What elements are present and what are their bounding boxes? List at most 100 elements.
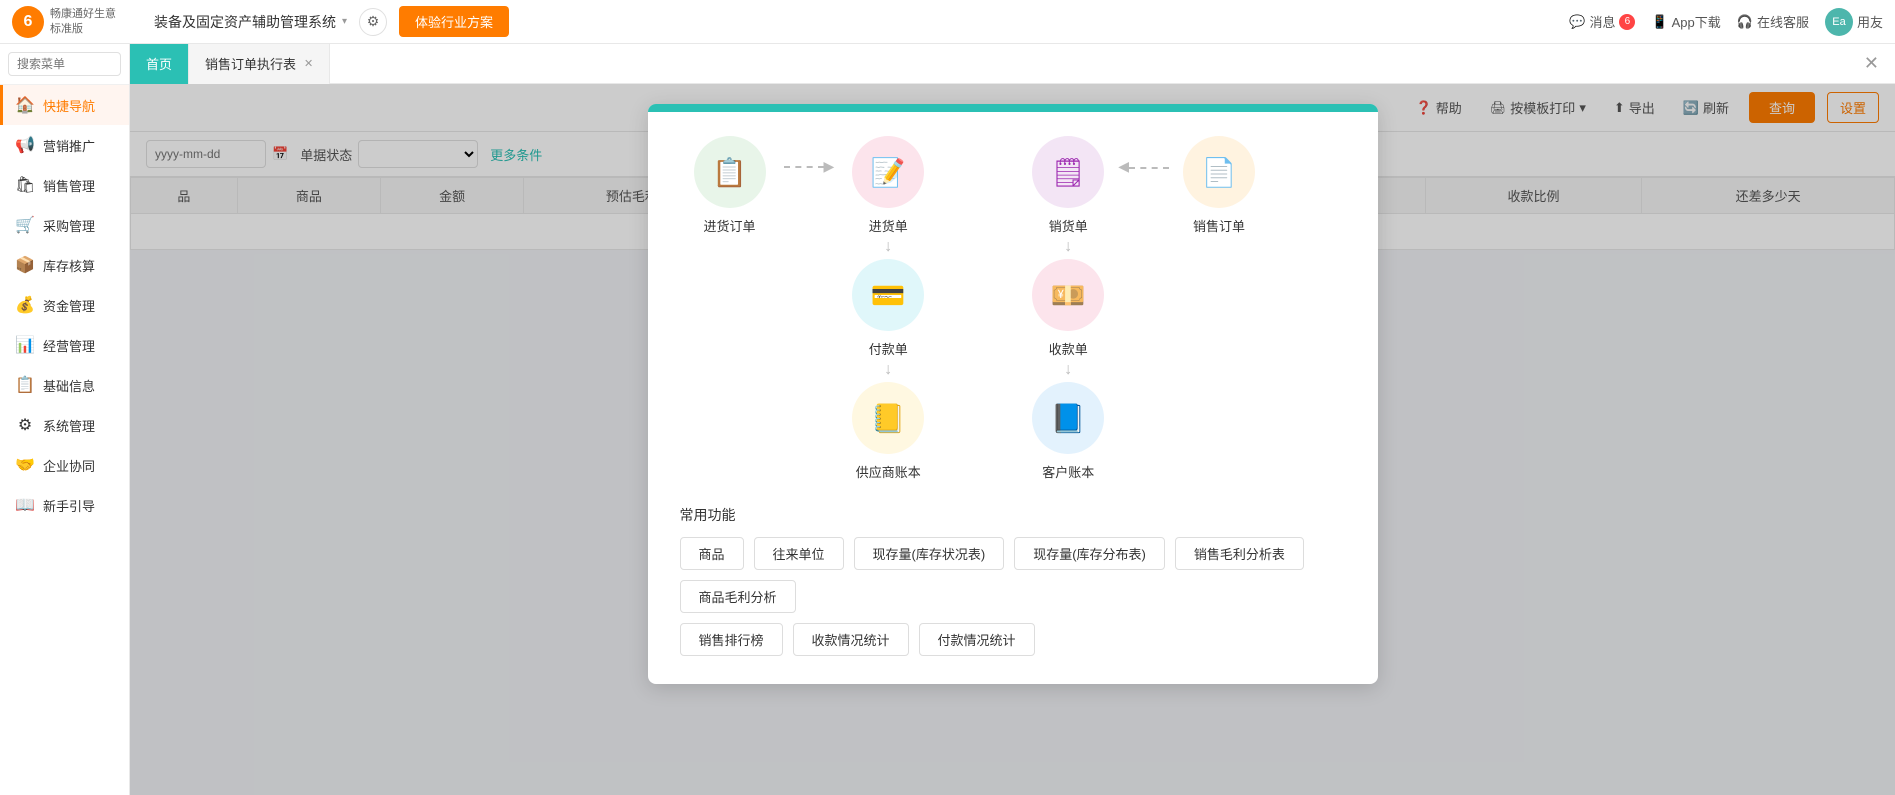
sidebar-item-basic-info[interactable]: 📋 基础信息	[0, 365, 129, 405]
marketing-icon: 📢	[15, 135, 35, 155]
sidebar-item-system[interactable]: ⚙ 系统管理	[0, 405, 129, 445]
sidebar-item-label: 营销推广	[43, 136, 95, 155]
cf-function-button[interactable]: 销售排行榜	[680, 623, 783, 656]
sidebar-item-label: 企业协同	[43, 456, 95, 475]
sidebar-item-label: 新手引导	[43, 496, 95, 515]
operations-icon: 📊	[15, 335, 35, 355]
trial-button[interactable]: 体验行业方案	[399, 6, 509, 37]
finance-icon: 💰	[15, 295, 35, 315]
flow-node-sales-order[interactable]: 📄 销售订单	[1169, 136, 1269, 235]
main-area: 🏠快捷导航 📢 营销推广 🛍 销售管理 🛒 采购管理 📦 库存核算 💰资金管理📊经营管理 📋 基础信息…	[0, 44, 1895, 795]
sidebar-item-marketing[interactable]: 📢 营销推广	[0, 125, 129, 165]
sales-icon: 🛍	[15, 175, 35, 195]
cf-function-button[interactable]: 现存量(库存分布表)	[1014, 537, 1165, 570]
dropdown-arrow-icon[interactable]: ▾	[342, 16, 347, 27]
newbie-icon: 📖	[15, 495, 35, 515]
flow-col-purchase: 📝 进货单 ↓ 💳 付款单 ↓	[838, 136, 938, 481]
supplier-ledger-label: 供应商账本	[856, 462, 921, 481]
sidebar-item-label: 采购管理	[43, 216, 95, 235]
purchase-icon: 🛒	[15, 215, 35, 235]
purchase-order-icon: 📋	[694, 136, 766, 208]
tab-sales-order[interactable]: 销售订单执行表 ✕	[189, 44, 330, 84]
sidebar-item-sales[interactable]: 🛍 销售管理	[0, 165, 129, 205]
quick-nav-icon: 🏠	[15, 95, 35, 115]
popup-overlay: 📋 进货订单 ▶	[130, 84, 1895, 795]
flow-node-receipt[interactable]: 💴 收款单	[1018, 259, 1118, 358]
sidebar-item-operations[interactable]: 📊经营管理	[0, 325, 129, 365]
system-icon: ⚙	[15, 415, 35, 435]
sidebar-nav: 🏠快捷导航 📢 营销推广 🛍 销售管理 🛒 采购管理 📦 库存核算 💰资金管理📊经营管理 📋 基础信息…	[0, 85, 129, 525]
cf-function-button[interactable]: 商品毛利分析	[680, 580, 796, 613]
sidebar-item-label: 系统管理	[43, 416, 95, 435]
sidebar-item-finance[interactable]: 💰资金管理	[0, 285, 129, 325]
sidebar-item-label: 基础信息	[43, 376, 95, 395]
flow-node-purchase-order[interactable]: 📋 进货订单	[680, 136, 780, 235]
cf-function-button[interactable]: 付款情况统计	[919, 623, 1035, 656]
common-functions: 常用功能 商品往来单位现存量(库存状况表)现存量(库存分布表)销售毛利分析表商品…	[680, 505, 1346, 656]
download-icon: 📱	[1651, 14, 1667, 30]
sidebar: 🏠快捷导航 📢 营销推广 🛍 销售管理 🛒 采购管理 📦 库存核算 💰资金管理📊经营管理 📋 基础信息…	[0, 44, 130, 795]
sidebar-item-enterprise[interactable]: 🤝企业协同	[0, 445, 129, 485]
tab-bar: 首页 销售订单执行表 ✕ ✕	[130, 44, 1895, 84]
app-download-button[interactable]: 📱 App下载	[1651, 12, 1720, 31]
message-button[interactable]: 💬 消息 6	[1569, 12, 1635, 31]
sales-invoice-icon: 🗒	[1032, 136, 1104, 208]
flow-node-sales-invoice[interactable]: 🗒 销货单	[1018, 136, 1118, 235]
message-icon: 💬	[1569, 14, 1585, 30]
sidebar-item-label: 库存核算	[43, 256, 95, 275]
arrow-pr-to-payment: ↓	[884, 235, 892, 259]
flow-node-purchase-receipt[interactable]: 📝 进货单	[838, 136, 938, 235]
sales-order-icon: 📄	[1183, 136, 1255, 208]
receipt-label: 收款单	[1049, 339, 1088, 358]
tab-home-label: 首页	[146, 54, 172, 73]
sidebar-item-inventory[interactable]: 📦 库存核算	[0, 245, 129, 285]
flow-node-payment[interactable]: 💳 付款单	[838, 259, 938, 358]
cf-function-button[interactable]: 收款情况统计	[793, 623, 909, 656]
basic-info-icon: 📋	[15, 375, 35, 395]
cf-buttons-row1: 商品往来单位现存量(库存状况表) 现存量(库存分布表) 销售毛利分析表商品毛利分析	[680, 537, 1346, 613]
inventory-icon: 📦	[15, 255, 35, 275]
popup-header-bar	[648, 104, 1378, 112]
flow-node-supplier-ledger[interactable]: 📒 供应商账本	[838, 382, 938, 481]
avatar: Ea	[1825, 8, 1853, 36]
close-all-tabs-button[interactable]: ✕	[1848, 53, 1895, 74]
purchase-receipt-label: 进货单	[869, 216, 908, 235]
cf-function-button[interactable]: 销售毛利分析表	[1175, 537, 1304, 570]
arrow-po-to-pr: ▶	[784, 136, 835, 175]
page-content: ❓ 帮助 🖨 按模板打印 ▾ ⬆ 导出 🔄	[130, 84, 1895, 795]
top-right-actions: 💬 消息 6 📱 App下载 🎧 在线客服 Ea 用友	[1569, 8, 1883, 36]
receipt-icon: 💴	[1032, 259, 1104, 331]
supplier-ledger-icon: 📒	[852, 382, 924, 454]
sidebar-item-purchase[interactable]: 🛒 采购管理	[0, 205, 129, 245]
purchase-order-label: 进货订单	[703, 216, 755, 235]
user-menu-button[interactable]: Ea 用友	[1825, 8, 1883, 36]
cf-function-button[interactable]: 往来单位	[754, 537, 844, 570]
cf-buttons-row2: 销售排行榜收款情况统计付款情况统计	[680, 623, 1346, 656]
purchase-receipt-icon: 📝	[852, 136, 924, 208]
payment-icon: 💳	[852, 259, 924, 331]
online-service-button[interactable]: 🎧 在线客服	[1737, 12, 1809, 31]
arrow-si-to-receipt: ↓	[1064, 235, 1072, 259]
message-badge: 6	[1619, 14, 1635, 30]
customer-ledger-icon: 📘	[1032, 382, 1104, 454]
sidebar-item-label: 销售管理	[43, 176, 95, 195]
app-container: 6 畅康通好生意 标准版 装备及固定资产辅助管理系统 ▾ ⚙ 体验行业方案 💬 …	[0, 0, 1895, 795]
search-input[interactable]	[8, 52, 121, 76]
popup: 📋 进货订单 ▶	[648, 104, 1378, 684]
tab-sales-order-label: 销售订单执行表	[205, 54, 296, 73]
top-bar: 6 畅康通好生意 标准版 装备及固定资产辅助管理系统 ▾ ⚙ 体验行业方案 💬 …	[0, 0, 1895, 44]
tab-home[interactable]: 首页	[130, 44, 189, 84]
arrow-receipt-to-customer: ↓	[1064, 358, 1072, 382]
settings-gear-button[interactable]: ⚙	[359, 8, 387, 36]
tab-close-icon[interactable]: ✕	[304, 57, 313, 70]
cf-function-button[interactable]: 现存量(库存状况表)	[854, 537, 1005, 570]
flow-node-customer-ledger[interactable]: 📘 客户账本	[1018, 382, 1118, 481]
flow-col-sales: 🗒 销货单 ↓ 💴 收款单 ↓	[1018, 136, 1118, 481]
headset-icon: 🎧	[1737, 14, 1753, 30]
cf-function-button[interactable]: 商品	[680, 537, 744, 570]
sidebar-item-newbie[interactable]: 📖 新手引导	[0, 485, 129, 525]
content-area: 首页 销售订单执行表 ✕ ✕ ❓ 帮助	[130, 44, 1895, 795]
sales-invoice-label: 销货单	[1049, 216, 1088, 235]
sidebar-item-quick-nav[interactable]: 🏠快捷导航	[0, 85, 129, 125]
search-bar	[0, 44, 129, 85]
